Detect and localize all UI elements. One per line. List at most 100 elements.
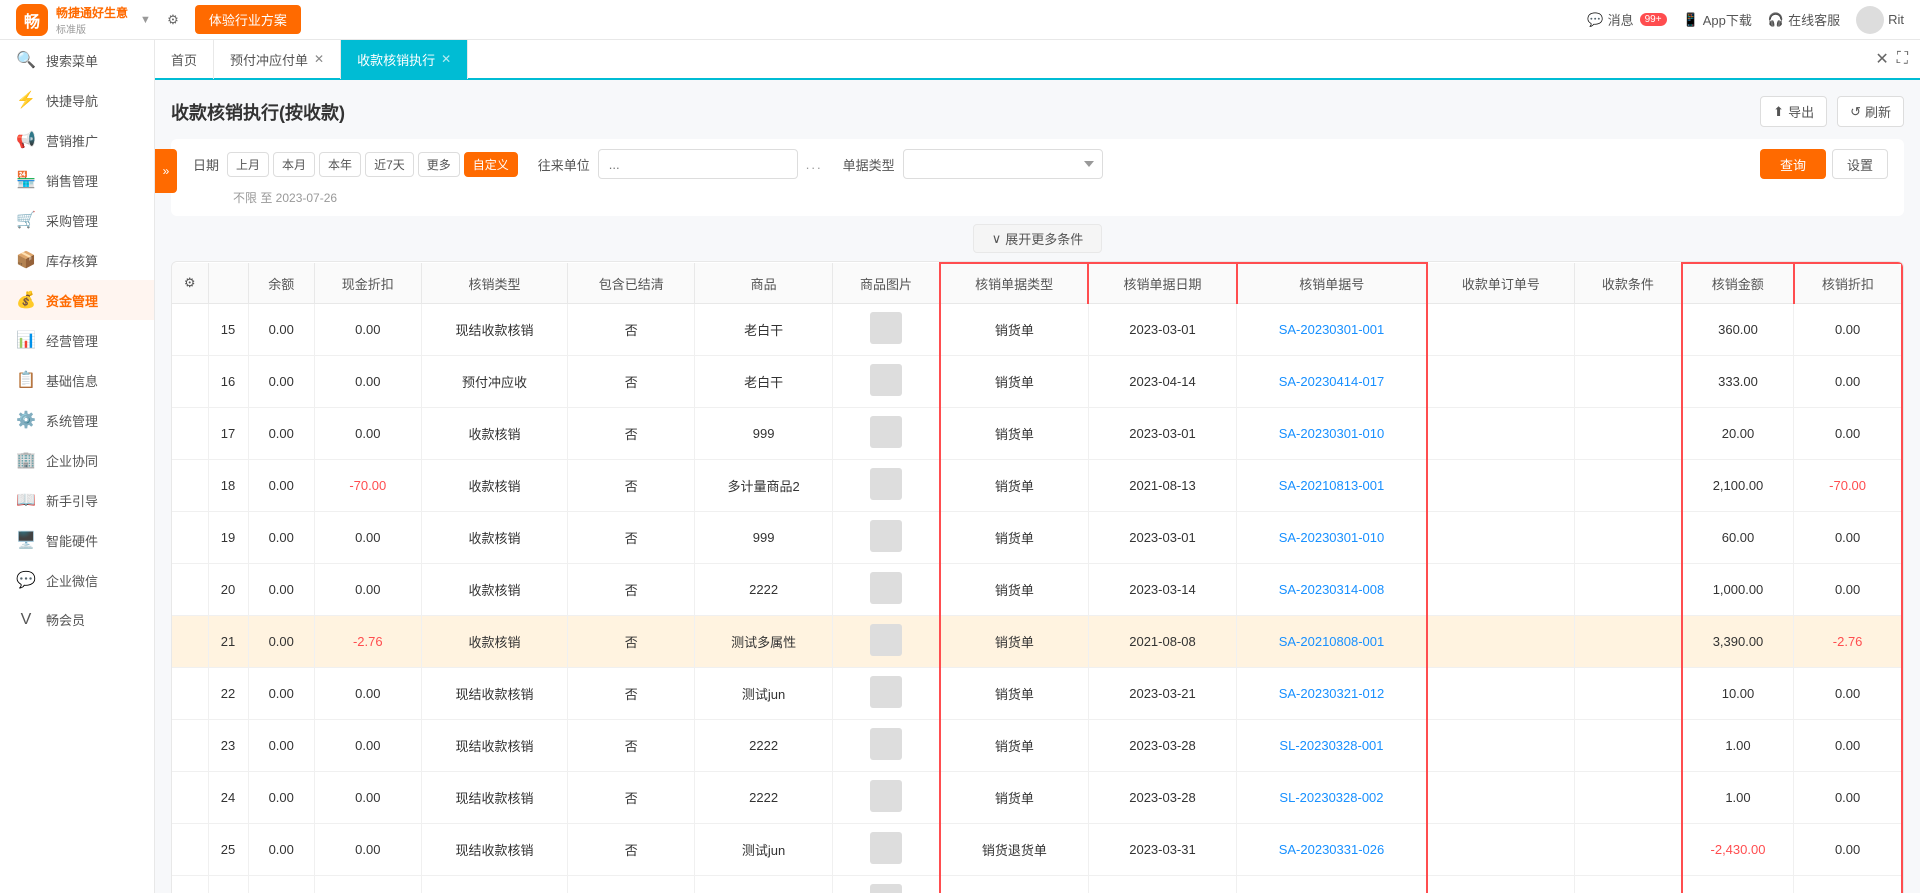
sidebar-item-inventory[interactable]: 📦 库存核算 — [0, 240, 154, 280]
tab-home[interactable]: 首页 — [155, 40, 214, 79]
bill-no-link[interactable]: SA-20230301-001 — [1279, 322, 1385, 337]
sidebar-item-member[interactable]: V 畅会员 — [0, 600, 154, 639]
tab-prepay-close-icon[interactable]: ✕ — [314, 52, 324, 66]
dropdown-arrow-icon[interactable]: ▼ — [140, 14, 151, 26]
table-settings-icon[interactable]: ⚙ — [184, 275, 196, 290]
sidebar-item-search[interactable]: 🔍 搜索菜单 — [0, 40, 154, 80]
app-download-btn[interactable]: 📱 App下载 — [1683, 10, 1752, 29]
sidebar-item-wechat[interactable]: 💬 企业微信 — [0, 560, 154, 600]
message-icon: 💬 — [1587, 12, 1603, 28]
tab-collection-close-icon[interactable]: ✕ — [441, 52, 451, 66]
td-bill-date: 2022-04-14 — [1088, 876, 1236, 893]
td-balance: 0.00 — [248, 772, 314, 824]
sidebar-item-enterprise[interactable]: 🏢 企业协同 — [0, 440, 154, 480]
table-row: 16 0.00 0.00 预付冲应收 否 老白干 销货单 2023-04-14 … — [172, 356, 1902, 408]
bill-no-link[interactable]: SA-20230301-010 — [1279, 426, 1385, 441]
td-product-image — [833, 616, 940, 668]
td-settings — [172, 408, 208, 460]
td-write-off-type: 预收款核销 — [421, 876, 568, 893]
sidebar-item-guide[interactable]: 📖 新手引导 — [0, 480, 154, 520]
sidebar-item-hardware[interactable]: 🖥️ 智能硬件 — [0, 520, 154, 560]
td-receipt-condition — [1574, 408, 1681, 460]
solution-btn[interactable]: 体验行业方案 — [195, 5, 301, 34]
td-settings — [172, 772, 208, 824]
bill-no-link[interactable]: SA-20230414-017 — [1279, 374, 1385, 389]
top-bar-right: 💬 消息 99+ 📱 App下载 🎧 在线客服 Rit — [1587, 6, 1904, 34]
td-bill-type: 销货单 — [940, 460, 1088, 512]
sidebar-item-system[interactable]: ⚙️ 系统管理 — [0, 400, 154, 440]
receipt-type-label: 单据类型 — [843, 155, 895, 174]
date-this-year-btn[interactable]: 本年 — [319, 152, 361, 177]
td-write-off-amount: 2,100.00 — [1682, 460, 1794, 512]
th-settings[interactable]: ⚙ — [172, 263, 208, 304]
td-receipt-order-no — [1427, 824, 1575, 876]
sidebar-label-inventory: 库存核算 — [46, 251, 98, 270]
sidebar-item-marketing[interactable]: 📢 营销推广 — [0, 120, 154, 160]
sidebar-item-sales[interactable]: 🏪 销售管理 — [0, 160, 154, 200]
td-product: 2222 — [695, 564, 833, 616]
tab-prepay[interactable]: 预付冲应付单 ✕ — [214, 40, 341, 79]
td-receipt-order-no — [1427, 408, 1575, 460]
td-seq: 25 — [208, 824, 248, 876]
th-product-image: 商品图片 — [833, 263, 940, 304]
td-write-off-amount: 20.00 — [1682, 408, 1794, 460]
member-icon: V — [16, 611, 36, 629]
bill-no-link[interactable]: SA-20230331-026 — [1279, 842, 1385, 857]
expand-more-btn[interactable]: ∨ 展开更多条件 — [973, 224, 1103, 253]
td-bill-date: 2023-03-01 — [1088, 512, 1236, 564]
td-bill-no: SA-20230414-017 — [1237, 356, 1427, 408]
td-seq: 21 — [208, 616, 248, 668]
td-product: 999 — [695, 512, 833, 564]
settings-gear-icon[interactable]: ⚙ — [159, 6, 187, 34]
bill-no-link[interactable]: SL-20230328-002 — [1279, 790, 1383, 805]
td-write-off-amount: 3,390.00 — [1682, 616, 1794, 668]
tab-collection[interactable]: 收款核销执行 ✕ — [341, 40, 468, 79]
td-bill-date: 2023-03-28 — [1088, 720, 1236, 772]
td-receipt-condition — [1574, 356, 1681, 408]
tab-maximize-icon[interactable]: ⛶ — [1897, 50, 1908, 68]
bill-no-link[interactable]: SA-20210813-001 — [1279, 478, 1385, 493]
td-include-settled: 否 — [568, 616, 695, 668]
td-bill-type: 销货单 — [940, 772, 1088, 824]
tab-collection-label: 收款核销执行 — [357, 50, 435, 69]
query-btn[interactable]: 查询 — [1760, 149, 1826, 179]
td-bill-date: 2023-04-14 — [1088, 356, 1236, 408]
date-custom-btn[interactable]: 自定义 — [464, 152, 518, 177]
td-bill-type: 销货单 — [940, 408, 1088, 460]
bill-no-link[interactable]: SA-20230314-008 — [1279, 582, 1385, 597]
th-write-off-type: 核销类型 — [421, 263, 568, 304]
bill-no-link[interactable]: SL-20230328-001 — [1279, 738, 1383, 753]
date-more-btn[interactable]: 更多 — [418, 152, 460, 177]
date-last-month-btn[interactable]: 上月 — [227, 152, 269, 177]
date-this-month-btn[interactable]: 本月 — [273, 152, 315, 177]
filter-expand-left-btn[interactable]: » — [155, 149, 177, 193]
td-product-image — [833, 460, 940, 512]
sidebar-item-quick-nav[interactable]: ⚡ 快捷导航 — [0, 80, 154, 120]
bill-no-link[interactable]: SA-20210808-001 — [1279, 634, 1385, 649]
td-product: 老白干 — [695, 304, 833, 356]
td-bill-type: 销货单 — [940, 512, 1088, 564]
sidebar-item-base-info[interactable]: 📋 基础信息 — [0, 360, 154, 400]
filter-settings-btn[interactable]: 设置 — [1832, 149, 1888, 179]
date-7days-btn[interactable]: 近7天 — [365, 152, 414, 177]
date-range-text: 不限 至 2023-07-26 — [233, 189, 337, 206]
tab-close-window-icon[interactable]: ✕ — [1875, 49, 1888, 69]
receipt-type-select[interactable] — [903, 149, 1103, 179]
table-row: 26 0.00 0.00 预收款核销 否 123D商品 销货单 2022-04-… — [172, 876, 1902, 893]
table-body: 15 0.00 0.00 现结收款核销 否 老白干 销货单 2023-03-01… — [172, 304, 1902, 893]
message-btn[interactable]: 💬 消息 99+ — [1587, 10, 1666, 29]
bill-no-link[interactable]: SA-20230301-010 — [1279, 530, 1385, 545]
sidebar-item-purchase[interactable]: 🛒 采购管理 — [0, 200, 154, 240]
td-product: 测试jun — [695, 668, 833, 720]
user-area[interactable]: Rit — [1856, 6, 1904, 34]
online-service-btn[interactable]: 🎧 在线客服 — [1768, 10, 1840, 29]
counterpart-input[interactable] — [598, 149, 798, 179]
sidebar-item-operations[interactable]: 📊 经营管理 — [0, 320, 154, 360]
sidebar-item-finance[interactable]: 💰 资金管理 — [0, 280, 154, 320]
export-icon: ⬆ — [1773, 104, 1784, 120]
refresh-btn[interactable]: ↺ 刷新 — [1837, 96, 1904, 127]
bill-no-link[interactable]: SA-20230321-012 — [1279, 686, 1385, 701]
table-container: ⚙ 余额 现金折扣 核销类型 包含已结清 商品 商品图片 核销单据类型 核销单据… — [171, 261, 1904, 893]
export-btn[interactable]: ⬆ 导出 — [1760, 96, 1827, 127]
td-balance: 0.00 — [248, 304, 314, 356]
